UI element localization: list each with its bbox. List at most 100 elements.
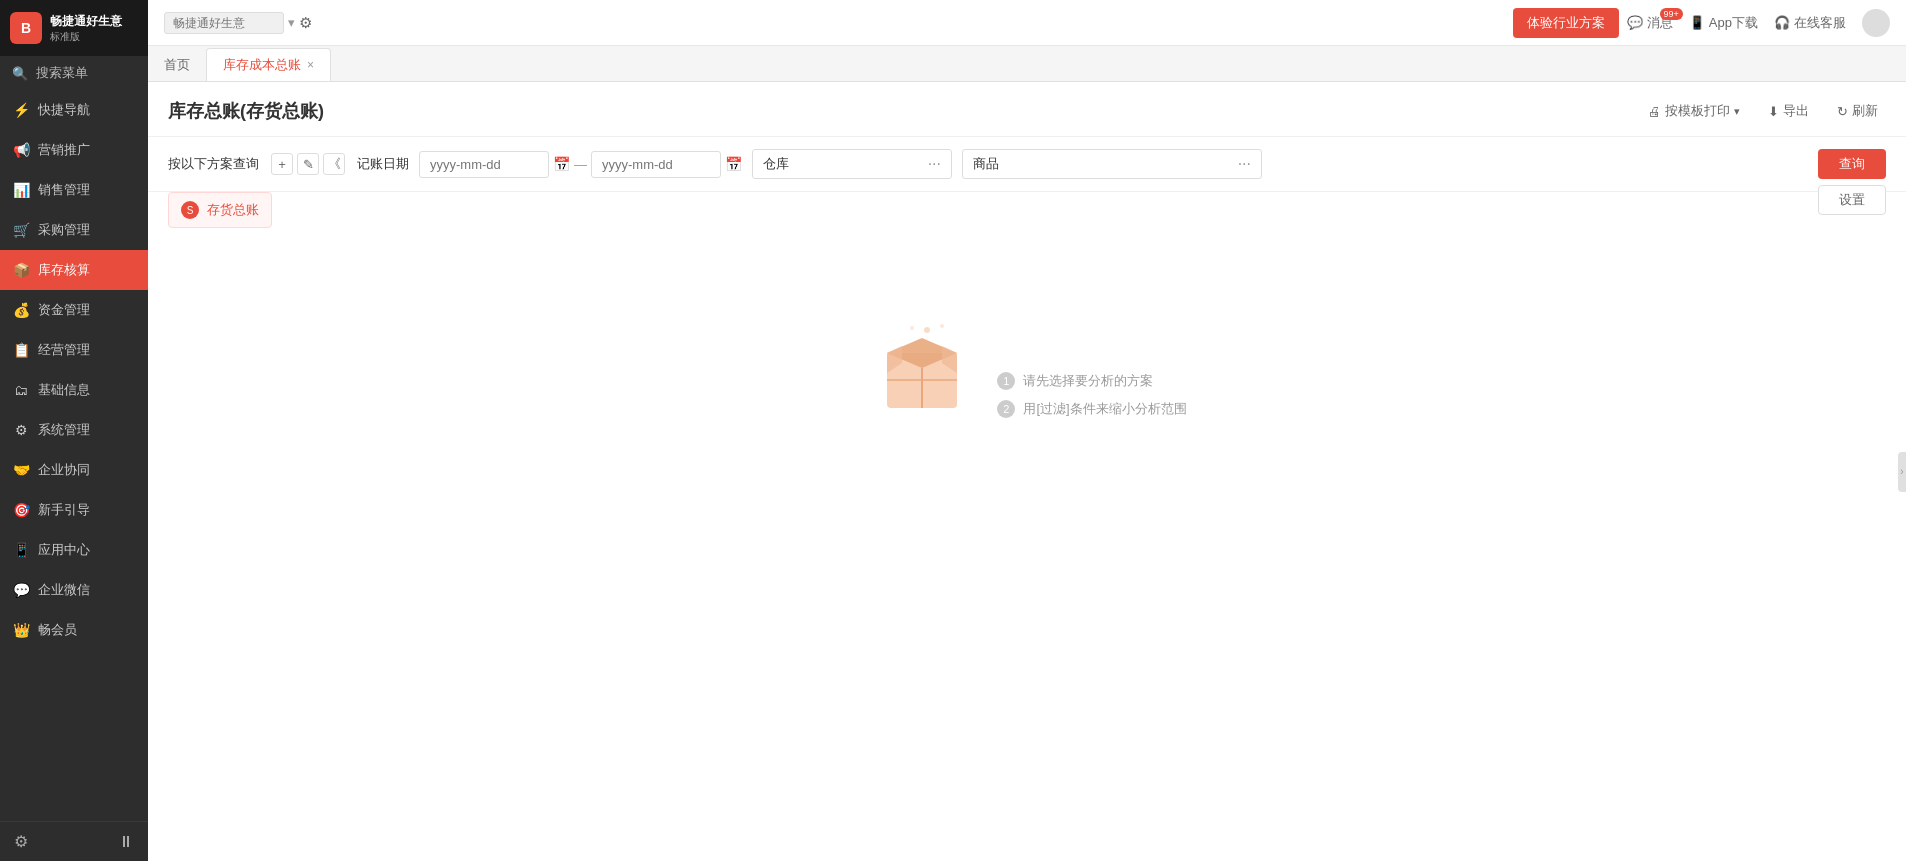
sales-icon: 📊: [12, 182, 30, 198]
app-download-btn[interactable]: 📱 App下载: [1689, 14, 1758, 32]
date-field-label: 记账日期: [357, 155, 409, 173]
refresh-btn[interactable]: ↻ 刷新: [1829, 98, 1886, 124]
warehouse-select[interactable]: 仓库 ···: [752, 149, 952, 179]
refresh-label: 刷新: [1852, 102, 1878, 120]
wechat-icon: 💬: [12, 582, 30, 598]
purchase-icon: 🛒: [12, 222, 30, 238]
hint-text-2: 用[过滤]条件来缩小分析范围: [1023, 400, 1186, 418]
calendar-end-icon[interactable]: 📅: [725, 156, 742, 172]
tab-close-btn[interactable]: ×: [307, 58, 314, 72]
operations-icon: 📋: [12, 342, 30, 358]
sidebar-item-label: 库存核算: [38, 261, 90, 279]
filter-add-btn[interactable]: +: [271, 153, 293, 175]
empty-illustration: [867, 318, 977, 418]
page-header: 库存总账(存货总账) 🖨 按模板打印 ▾ ⬇ 导出 ↻ 刷新: [148, 82, 1906, 137]
search-icon: 🔍: [12, 66, 28, 81]
active-tab-label: 库存成本总账: [223, 56, 301, 74]
empty-hints: 1 请先选择要分析的方案 2 用[过滤]条件来缩小分析范围: [997, 372, 1186, 418]
topbar-settings-icon[interactable]: ⚙: [299, 14, 312, 32]
svg-point-6: [924, 327, 930, 333]
filter-edit-btn[interactable]: ✎: [297, 153, 319, 175]
sidebar-item-finance[interactable]: 💰 资金管理: [0, 290, 148, 330]
print-dropdown-icon: ▾: [1734, 105, 1740, 118]
marketing-icon: 📢: [12, 142, 30, 158]
calendar-start-icon[interactable]: 📅: [553, 156, 570, 172]
sidebar-item-label: 采购管理: [38, 221, 90, 239]
topbar-actions: 💬 消息 99+ 📱 App下载 🎧 在线客服: [1627, 9, 1890, 37]
breadcrumb-dropdown-icon[interactable]: ▾: [288, 15, 295, 30]
page-title: 库存总账(存货总账): [168, 99, 324, 123]
date-input-group: 📅 — 📅: [419, 151, 742, 178]
messages-btn[interactable]: 💬 消息 99+: [1627, 14, 1673, 32]
sidebar-item-label: 快捷导航: [38, 101, 90, 119]
goods-label: 商品: [973, 155, 999, 173]
app-download-label: App下载: [1709, 14, 1758, 32]
hint-text-1: 请先选择要分析的方案: [1023, 372, 1153, 390]
svg-point-7: [940, 324, 944, 328]
app-name: 畅捷通好生意: [50, 13, 122, 30]
refresh-icon: ↻: [1837, 104, 1848, 119]
footer-audio-btn[interactable]: ⏸: [118, 833, 134, 851]
warehouse-more-btn[interactable]: ···: [928, 155, 941, 173]
sidebar: B 畅捷通好生意 标准版 🔍 搜索菜单 ⚡ 快捷导航 📢 营销推广 📊 销售管理…: [0, 0, 148, 861]
online-service-btn[interactable]: 🎧 在线客服: [1774, 14, 1846, 32]
sidebar-item-system[interactable]: ⚙ 系统管理: [0, 410, 148, 450]
breadcrumb-input[interactable]: [164, 12, 284, 34]
tabbar: 首页 库存成本总账 ×: [148, 46, 1906, 82]
export-btn[interactable]: ⬇ 导出: [1760, 98, 1817, 124]
quick-nav-icon: ⚡: [12, 102, 30, 118]
collapse-icon: 《: [328, 155, 341, 173]
date-start-input[interactable]: [419, 151, 549, 178]
filter-bar: 按以下方案查询 + ✎ 《 记账日期 📅 — 📅: [148, 137, 1906, 192]
app-version: 标准版: [50, 30, 122, 44]
goods-select[interactable]: 商品 ···: [962, 149, 1262, 179]
scheme-label: 存货总账: [207, 201, 259, 219]
sidebar-search[interactable]: 🔍 搜索菜单: [0, 56, 148, 90]
sidebar-item-label: 资金管理: [38, 301, 90, 319]
sidebar-item-inventory[interactable]: 📦 库存核算: [0, 250, 148, 290]
sidebar-item-label: 基础信息: [38, 381, 90, 399]
scheme-item[interactable]: S 存货总账: [168, 192, 272, 228]
sidebar-item-label: 销售管理: [38, 181, 90, 199]
tab-inventory-ledger[interactable]: 库存成本总账 ×: [206, 48, 331, 81]
logo-icon: B: [10, 12, 42, 44]
print-btn[interactable]: 🖨 按模板打印 ▾: [1640, 98, 1748, 124]
sidebar-item-quick-nav[interactable]: ⚡ 快捷导航: [0, 90, 148, 130]
sidebar-item-basic-info[interactable]: 🗂 基础信息: [0, 370, 148, 410]
sidebar-item-sales[interactable]: 📊 销售管理: [0, 170, 148, 210]
tab-home[interactable]: 首页: [148, 49, 206, 81]
member-icon: 👑: [12, 622, 30, 638]
messages-badge: 99+: [1660, 8, 1683, 20]
date-end-input[interactable]: [591, 151, 721, 178]
sidebar-item-app-center[interactable]: 📱 应用中心: [0, 530, 148, 570]
page-header-actions: 🖨 按模板打印 ▾ ⬇ 导出 ↻ 刷新: [1640, 98, 1886, 124]
topbar: ▾ ⚙ 体验行业方案 💬 消息 99+ 📱 App下载 🎧 在线客服: [148, 0, 1906, 46]
footer-settings-btn[interactable]: ⚙: [14, 832, 28, 851]
hint-num-1: 1: [997, 372, 1015, 390]
user-avatar[interactable]: [1862, 9, 1890, 37]
phone-icon: 📱: [1689, 15, 1705, 30]
filter-label: 按以下方案查询: [168, 155, 259, 173]
app-center-icon: 📱: [12, 542, 30, 558]
goods-more-btn[interactable]: ···: [1238, 155, 1251, 173]
sidebar-item-label: 新手引导: [38, 501, 90, 519]
warehouse-label: 仓库: [763, 155, 789, 173]
basic-info-icon: 🗂: [12, 382, 30, 398]
filter-actions: + ✎ 《: [271, 153, 345, 175]
topbar-breadcrumb: ▾ ⚙: [164, 12, 1505, 34]
filter-collapse-btn[interactable]: 《: [323, 153, 345, 175]
query-btn[interactable]: 查询: [1818, 149, 1886, 179]
empty-hint-1: 1 请先选择要分析的方案: [997, 372, 1186, 390]
sidebar-item-member[interactable]: 👑 畅会员: [0, 610, 148, 650]
sidebar-item-wechat[interactable]: 💬 企业微信: [0, 570, 148, 610]
inventory-icon: 📦: [12, 262, 30, 278]
sidebar-item-purchase[interactable]: 🛒 采购管理: [0, 210, 148, 250]
logo-text-block: 畅捷通好生意 标准版: [50, 13, 122, 44]
sidebar-item-enterprise[interactable]: 🤝 企业协同: [0, 450, 148, 490]
column-settings-btn[interactable]: 设置: [1818, 185, 1886, 215]
trial-btn[interactable]: 体验行业方案: [1513, 8, 1619, 38]
side-panel-toggle[interactable]: ›: [1898, 452, 1906, 492]
sidebar-item-guide[interactable]: 🎯 新手引导: [0, 490, 148, 530]
sidebar-item-marketing[interactable]: 📢 营销推广: [0, 130, 148, 170]
sidebar-item-operations[interactable]: 📋 经营管理: [0, 330, 148, 370]
